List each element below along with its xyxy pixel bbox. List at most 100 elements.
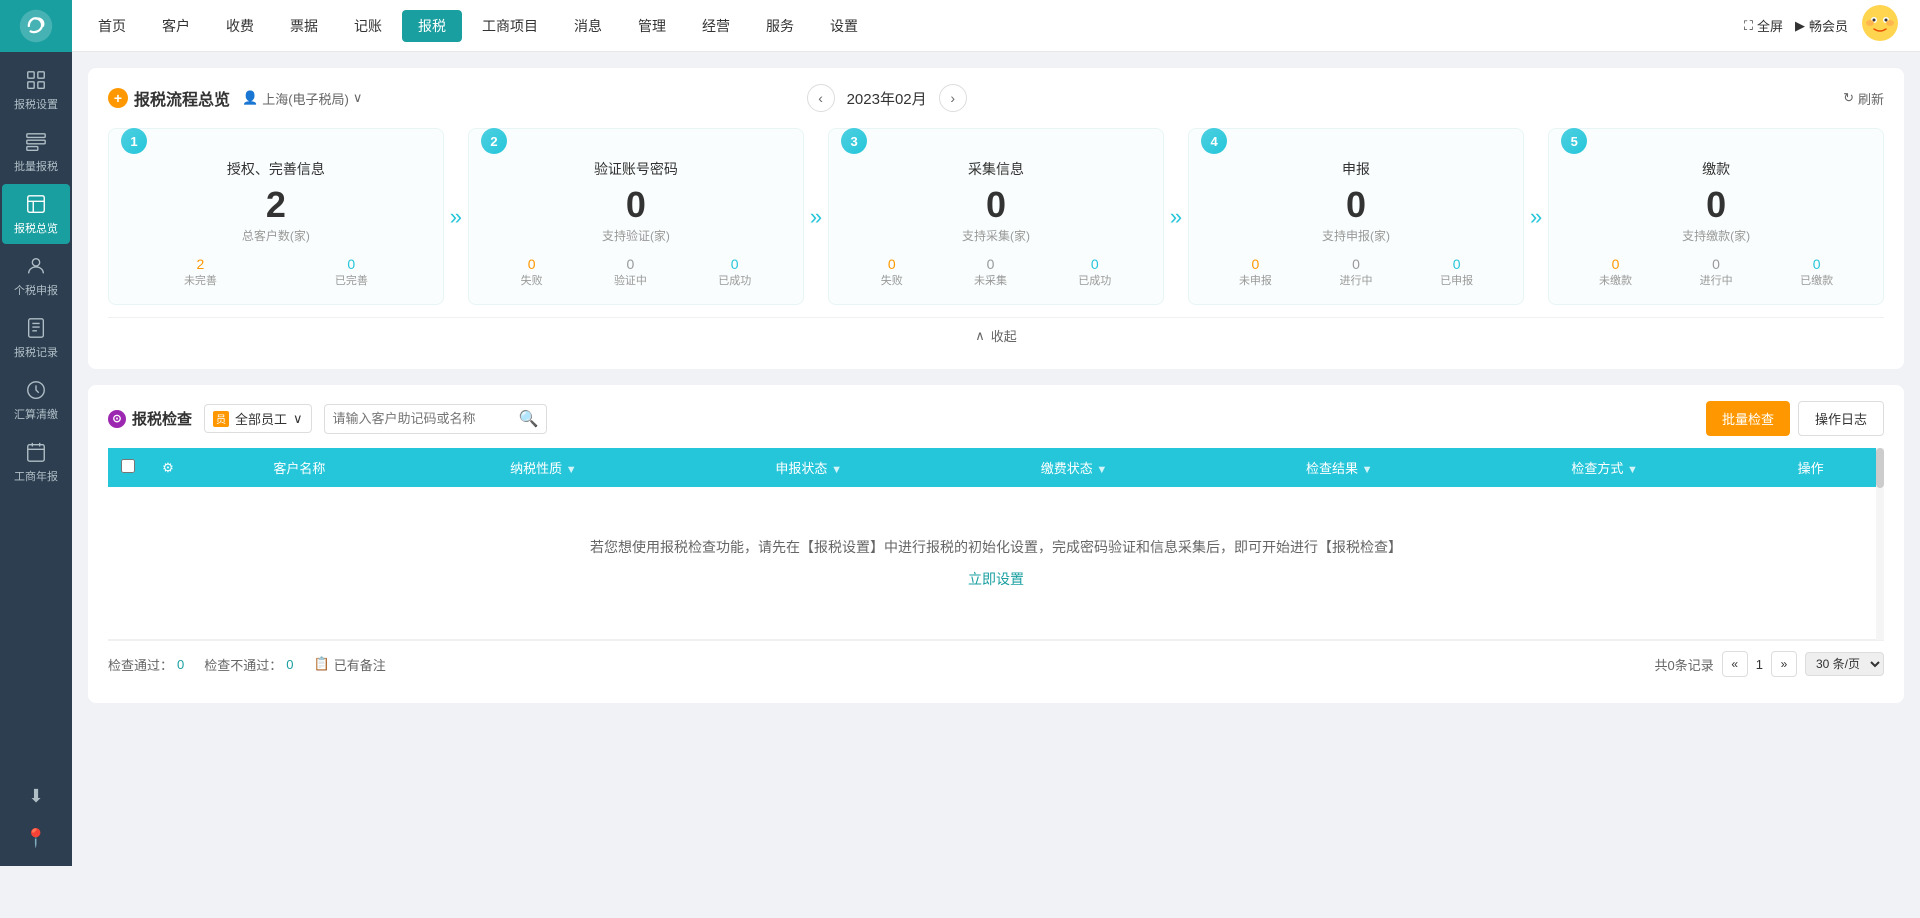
tax-overview-icon xyxy=(24,192,48,216)
flow-step-1: 1 授权、完善信息 2 总客户数(家) 2 未完善 0 已完善 xyxy=(108,128,444,305)
first-page-button[interactable]: « xyxy=(1722,651,1748,677)
refresh-button[interactable]: ↻ 刷新 xyxy=(1843,89,1884,108)
stat-item: 0 未缴款 xyxy=(1599,256,1632,288)
nav-item-tax[interactable]: 报税 xyxy=(402,10,462,42)
per-page-select[interactable]: 30 条/页 xyxy=(1805,652,1884,676)
flow-header: + 报税流程总览 👤 上海(电子税局) ∨ ‹ 2023年02月 › ↻ 刷新 xyxy=(108,84,1884,112)
sidebar-item-location[interactable]: 📍 xyxy=(2,818,70,858)
stat-item: 0 未采集 xyxy=(974,256,1007,288)
next-page-button[interactable]: » xyxy=(1771,651,1797,677)
annual-report-icon xyxy=(24,440,48,464)
sidebar-item-tax-records[interactable]: 报税记录 xyxy=(2,308,70,368)
logo[interactable] xyxy=(0,0,72,52)
check-title-icon: ⊙ xyxy=(108,410,126,428)
nav-item-invoices[interactable]: 票据 xyxy=(274,10,334,42)
filter-tax-type-icon[interactable]: ▼ xyxy=(566,464,577,476)
search-input[interactable] xyxy=(333,411,513,426)
nav-item-business[interactable]: 工商项目 xyxy=(466,10,554,42)
staff-filter-select[interactable]: 员 全部员工 ∨ xyxy=(204,404,312,433)
filter-pay-icon[interactable]: ▼ xyxy=(1096,464,1107,476)
scrollbar-thumb[interactable] xyxy=(1876,448,1884,488)
flow-arrow-1: » xyxy=(444,128,468,305)
nav-item-messages[interactable]: 消息 xyxy=(558,10,618,42)
location-badge[interactable]: 👤 上海(电子税局) ∨ xyxy=(242,89,362,108)
setup-link[interactable]: 立即设置 xyxy=(968,571,1024,587)
step-title-2: 验证账号密码 xyxy=(485,159,787,179)
stat-item: 0 已成功 xyxy=(1078,256,1111,288)
step-count-1: 2 xyxy=(125,187,427,223)
operation-log-button[interactable]: 操作日志 xyxy=(1798,401,1884,436)
step-num-4: 4 xyxy=(1201,128,1227,154)
sidebar-item-tax-overview[interactable]: 报税总览 xyxy=(2,184,70,244)
step-count-5: 0 xyxy=(1565,187,1867,223)
gear-icon[interactable]: ⚙ xyxy=(162,460,174,475)
nav-item-fees[interactable]: 收费 xyxy=(210,10,270,42)
month-display: 2023年02月 xyxy=(847,88,927,109)
flow-arrow-4: » xyxy=(1524,128,1548,305)
tax-check-table: ⚙ 客户名称 纳税性质 ▼ 申报状态 ▼ xyxy=(108,448,1884,640)
fullscreen-button[interactable]: ⛶ 全屏 xyxy=(1744,16,1783,35)
table-footer: 检查通过： 0 检查不通过： 0 📋 已有备注 共0条记录 « 1 » 30 条… xyxy=(108,640,1884,687)
stat-item: 0 已完善 xyxy=(335,256,368,288)
table-header-operations: 操作 xyxy=(1737,448,1884,487)
table-header-gear: ⚙ xyxy=(148,448,188,487)
prev-month-button[interactable]: ‹ xyxy=(807,84,835,112)
flow-arrow-2: » xyxy=(804,128,828,305)
pass-count-link[interactable]: 0 xyxy=(177,657,184,672)
settlement-icon xyxy=(24,378,48,402)
page-number: 1 xyxy=(1756,657,1763,672)
step-title-1: 授权、完善信息 xyxy=(125,159,427,179)
nav-item-management[interactable]: 管理 xyxy=(622,10,682,42)
nav-item-home[interactable]: 首页 xyxy=(82,10,142,42)
sidebar: 报税设置 批量报税 报税总览 个税申报 xyxy=(0,52,72,866)
collapse-button[interactable]: ∧ 收起 xyxy=(108,317,1884,353)
nav-item-settings[interactable]: 设置 xyxy=(814,10,874,42)
stat-item: 0 进行中 xyxy=(1340,256,1373,288)
next-month-button[interactable]: › xyxy=(939,84,967,112)
flow-step-3: 3 采集信息 0 支持采集(家) 0 失败 0 未采集 0 已成功 xyxy=(828,128,1164,305)
flow-step-5: 5 缴款 0 支持缴款(家) 0 未缴款 0 进行中 0 已缴款 xyxy=(1548,128,1884,305)
nav-item-operations[interactable]: 经营 xyxy=(686,10,746,42)
nav-item-accounting[interactable]: 记账 xyxy=(338,10,398,42)
note-icon: 📋 xyxy=(314,656,330,672)
empty-state: 若您想使用报税检查功能，请先在【报税设置】中进行报税的初始化设置，完成密码验证和… xyxy=(120,497,1872,629)
sidebar-item-tax-settings[interactable]: 报税设置 xyxy=(2,60,70,120)
flow-step-2: 2 验证账号密码 0 支持验证(家) 0 失败 0 验证中 0 已成功 xyxy=(468,128,804,305)
filter-method-icon[interactable]: ▼ xyxy=(1627,464,1638,476)
sidebar-bottom: ⬇ 📍 xyxy=(2,776,70,866)
flow-title: + 报税流程总览 xyxy=(108,86,230,110)
stat-item: 2 未完善 xyxy=(184,256,217,288)
filter-result-icon[interactable]: ▼ xyxy=(1362,464,1373,476)
batch-tax-icon xyxy=(24,130,48,154)
scrollbar[interactable] xyxy=(1876,448,1884,640)
step-title-4: 申报 xyxy=(1205,159,1507,179)
member-button[interactable]: ▶ 畅会员 xyxy=(1795,16,1848,35)
stat-item: 0 未申报 xyxy=(1239,256,1272,288)
table-header-tax-type: 纳税性质 ▼ xyxy=(411,448,676,487)
sidebar-item-batch-tax[interactable]: 批量报税 xyxy=(2,122,70,182)
fail-count-link[interactable]: 0 xyxy=(286,657,293,672)
mascot-avatar[interactable] xyxy=(1860,3,1900,48)
batch-check-button[interactable]: 批量检查 xyxy=(1706,401,1790,436)
fullscreen-icon: ⛶ xyxy=(1744,18,1753,34)
location-person-icon: 👤 xyxy=(242,90,258,106)
sidebar-item-settlement[interactable]: 汇算清缴 xyxy=(2,370,70,430)
customer-search-box[interactable]: 🔍 xyxy=(324,404,548,434)
nav-item-service[interactable]: 服务 xyxy=(750,10,810,42)
step-stats-3: 0 失败 0 未采集 0 已成功 xyxy=(845,256,1147,288)
select-all-checkbox[interactable] xyxy=(121,459,135,473)
search-icon[interactable]: 🔍 xyxy=(519,409,539,429)
flow-title-icon: + xyxy=(108,88,128,108)
refresh-icon: ↻ xyxy=(1843,90,1854,106)
nav-item-customers[interactable]: 客户 xyxy=(146,10,206,42)
check-title: ⊙ 报税检查 xyxy=(108,408,192,429)
step-title-5: 缴款 xyxy=(1565,159,1867,179)
step-num-3: 3 xyxy=(841,128,867,154)
step-count-3: 0 xyxy=(845,187,1147,223)
filter-declare-icon[interactable]: ▼ xyxy=(831,464,842,476)
sidebar-item-download[interactable]: ⬇ xyxy=(2,776,70,816)
flow-step-4: 4 申报 0 支持申报(家) 0 未申报 0 进行中 0 已申报 xyxy=(1188,128,1524,305)
sidebar-item-annual-report[interactable]: 工商年报 xyxy=(2,432,70,492)
filter-icon: 员 xyxy=(213,411,229,427)
sidebar-item-personal-tax[interactable]: 个税申报 xyxy=(2,246,70,306)
